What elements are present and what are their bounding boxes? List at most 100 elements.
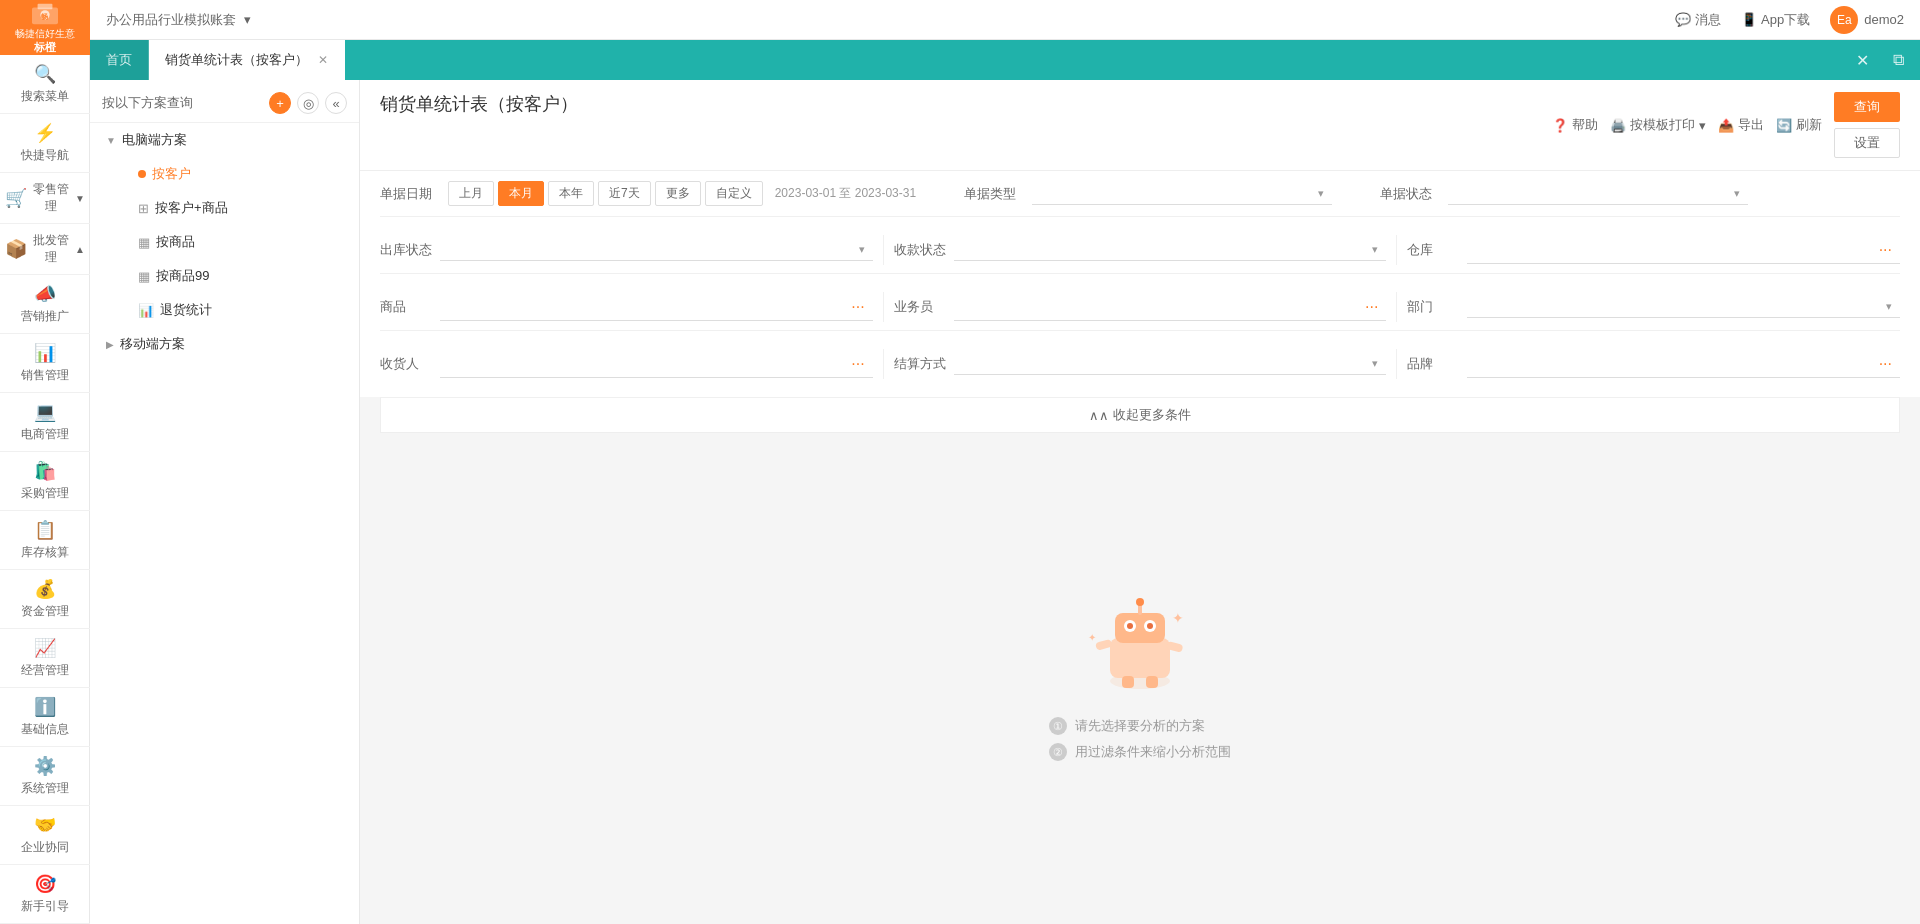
filter-brand: 品牌 ···	[1407, 351, 1900, 378]
app-download-action[interactable]: 📱 App下载	[1741, 11, 1810, 29]
sidebar-item-purchase[interactable]: 🛍️ 采购管理	[0, 452, 90, 511]
table2-icon: ▦	[138, 269, 150, 284]
header-actions: 💬 消息 📱 App下载 Ea demo2	[1675, 6, 1904, 34]
date-btn-more[interactable]: 更多	[655, 181, 701, 206]
plan-return-stats-label: 退货统计	[160, 301, 212, 319]
date-btn-custom[interactable]: 自定义	[705, 181, 763, 206]
mobile-section-item[interactable]: ▶ 移动端方案	[90, 327, 359, 361]
collect-status-label: 收款状态	[894, 241, 954, 259]
sidebar-item-basic[interactable]: ℹ️ 基础信息	[0, 688, 90, 747]
sidebar-item-marketing[interactable]: 📣 营销推广	[0, 275, 90, 334]
sales-stats-tab-label: 销货单统计表（按客户）	[165, 51, 308, 69]
retail-icon: 🛒	[5, 187, 27, 209]
collect-status-select[interactable]: ▾	[954, 239, 1387, 261]
product-input-wrap[interactable]: ···	[440, 294, 873, 321]
date-btn-last-7days[interactable]: 近7天	[598, 181, 651, 206]
out-status-select[interactable]: ▾	[440, 239, 873, 261]
product-ellipsis: ···	[851, 298, 864, 316]
receiver-input-wrap[interactable]: ···	[440, 351, 873, 378]
warehouse-input-wrap[interactable]: ···	[1467, 237, 1900, 264]
message-action[interactable]: 💬 消息	[1675, 11, 1721, 29]
quicknav-icon: ⚡	[34, 122, 56, 144]
date-btn-this-year[interactable]: 本年	[548, 181, 594, 206]
sidebar-logo: 畅 畅捷信好生意 标橙	[0, 0, 90, 55]
sidebar-item-finance[interactable]: 💰 资金管理	[0, 570, 90, 629]
filter-row-2: 商品 ··· 业务员 ··· 部门	[380, 284, 1900, 331]
sidebar-item-retail[interactable]: 🛒 零售管理 ▼	[0, 173, 90, 224]
collapse-up-icon: ∧∧	[1089, 408, 1109, 423]
sidebar-item-operations[interactable]: 📈 经营管理	[0, 629, 90, 688]
svg-rect-1	[37, 4, 52, 10]
settlement-select[interactable]: ▾	[954, 353, 1387, 375]
brand-ellipsis: ···	[1879, 355, 1892, 373]
sidebar-item-ecommerce[interactable]: 💻 电商管理	[0, 393, 90, 452]
plan-collapse-btn[interactable]: «	[325, 92, 347, 114]
tab-home[interactable]: 首页	[90, 40, 149, 80]
collect-status-dropdown-icon: ▾	[1372, 243, 1378, 256]
user-profile[interactable]: Ea demo2	[1830, 6, 1904, 34]
svg-point-9	[1127, 623, 1133, 629]
page-header-actions: ❓ 帮助 🖨️ 按模板打印 ▾ 📤 导出 🔄 刷新	[1552, 92, 1900, 158]
filter-product: 商品 ···	[380, 294, 873, 321]
salesperson-label: 业务员	[894, 298, 954, 316]
help-link[interactable]: ❓ 帮助	[1552, 116, 1598, 134]
date-btn-last-month[interactable]: 上月	[448, 181, 494, 206]
plan-item-return-stats[interactable]: 📊 退货统计	[122, 293, 359, 327]
plan-item-by-customer[interactable]: 按客户	[122, 157, 359, 191]
order-status-dropdown-icon: ▾	[1734, 187, 1740, 200]
filter-section: 单据日期 上月 本月 本年 近7天 更多 自定义 2023-03-01 至 20…	[360, 171, 1920, 397]
export-link[interactable]: 📤 导出	[1718, 116, 1764, 134]
sales-icon: 📊	[34, 342, 56, 364]
wholesale-icon: 📦	[5, 238, 27, 260]
filter-settlement: 结算方式 ▾	[894, 353, 1387, 375]
brand-label: 品牌	[1407, 355, 1467, 373]
brand-input-wrap[interactable]: ···	[1467, 351, 1900, 378]
date-btn-this-month[interactable]: 本月	[498, 181, 544, 206]
desktop-section-item[interactable]: ▼ 电脑端方案	[90, 123, 359, 157]
department-select[interactable]: ▾	[1467, 296, 1900, 318]
tab-sales-stats[interactable]: 销货单统计表（按客户） ✕	[149, 40, 345, 80]
logo-sub: 标橙	[34, 40, 56, 55]
settings-button[interactable]: 设置	[1834, 128, 1900, 158]
empty-tips: ① 请先选择要分析的方案 ② 用过滤条件来缩小分析范围	[1049, 713, 1231, 765]
tab-bar-actions: ✕ ⧉	[1848, 46, 1920, 74]
export-icon: 📤	[1718, 118, 1734, 133]
sidebar-item-quicknav[interactable]: ⚡ 快捷导航	[0, 114, 90, 173]
chart-icon: 📊	[138, 303, 154, 318]
plan-add-btn[interactable]: +	[269, 92, 291, 114]
filter-receiver: 收货人 ···	[380, 351, 873, 378]
plan-item-by-customer-product[interactable]: ⊞ 按客户+商品	[122, 191, 359, 225]
collapse-more-btn[interactable]: ∧∧ 收起更多条件	[380, 397, 1900, 433]
sidebar-item-sales[interactable]: 📊 销售管理	[0, 334, 90, 393]
tip-item-2: ② 用过滤条件来缩小分析范围	[1049, 739, 1231, 765]
table-icon: ▦	[138, 235, 150, 250]
refresh-link[interactable]: 🔄 刷新	[1776, 116, 1822, 134]
plan-by-product99-label: 按商品99	[156, 267, 209, 285]
page-title: 销货单统计表（按客户）	[380, 92, 578, 116]
help-icon: ❓	[1552, 118, 1568, 133]
tab-close-icon[interactable]: ✕	[318, 53, 328, 67]
tab-close-btn[interactable]: ✕	[1848, 46, 1876, 74]
grid-icon: ⊞	[138, 201, 149, 216]
receiver-label: 收货人	[380, 355, 440, 373]
sidebar-item-wholesale[interactable]: 📦 批发管理 ▲	[0, 224, 90, 275]
divider3	[883, 292, 884, 322]
sidebar-item-inventory[interactable]: 📋 库存核算	[0, 511, 90, 570]
app-title-dropdown-icon[interactable]: ▾	[244, 12, 251, 27]
plan-settings-btn[interactable]: ◎	[297, 92, 319, 114]
tab-restore-btn[interactable]: ⧉	[1884, 46, 1912, 74]
svg-text:✦: ✦	[1088, 632, 1096, 643]
plan-item-by-product99[interactable]: ▦ 按商品99	[122, 259, 359, 293]
order-type-select[interactable]: ▾	[1032, 183, 1332, 205]
query-button[interactable]: 查询	[1834, 92, 1900, 122]
salesperson-input-wrap[interactable]: ···	[954, 294, 1387, 321]
order-status-select[interactable]: ▾	[1448, 183, 1748, 205]
sidebar-item-search[interactable]: 🔍 搜索菜单	[0, 55, 90, 114]
sidebar-item-newguide[interactable]: 🎯 新手引导	[0, 865, 90, 924]
plan-item-by-product[interactable]: ▦ 按商品	[122, 225, 359, 259]
sidebar-item-enterprise[interactable]: 🤝 企业协同	[0, 806, 90, 865]
sidebar-item-system[interactable]: ⚙️ 系统管理	[0, 747, 90, 806]
print-icon: 🖨️	[1610, 118, 1626, 133]
enterprise-icon: 🤝	[34, 814, 56, 836]
print-link[interactable]: 🖨️ 按模板打印 ▾	[1610, 116, 1706, 134]
